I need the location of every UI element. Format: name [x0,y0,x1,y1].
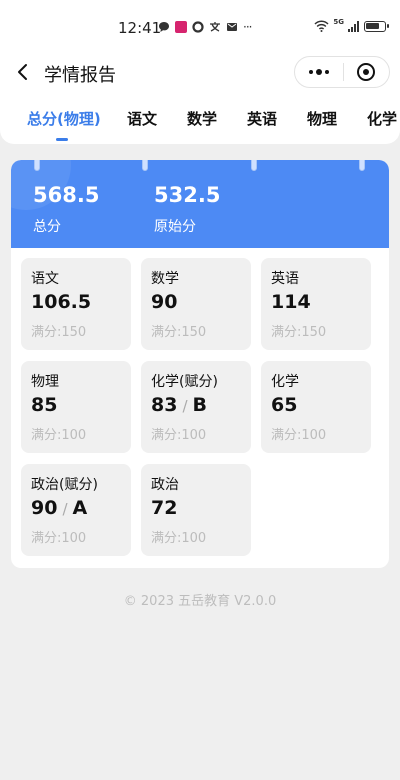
status-system-icons: 5G [314,18,389,32]
tab-chemistry[interactable]: 化学 [367,108,397,129]
battery-icon [364,20,389,32]
subject-score: 83 [151,394,178,416]
more-dots-icon: ··· [243,20,253,34]
copyright-footer: © 2023 五岳教育 V2.0.0 [123,594,277,609]
subject-score: 106.5 [31,291,92,313]
subject-name: 物理 [31,374,59,390]
tab-total-physics[interactable]: 总分(物理) [27,108,101,129]
mail-icon [227,23,237,31]
subject-score-with-grade: 90/A [31,497,87,519]
tab-math[interactable]: 数学 [187,108,217,129]
signal-icon [348,20,359,32]
miniprogram-capsule [294,56,390,88]
page-title: 学情报告 [44,65,116,86]
tab-physics[interactable]: 物理 [307,108,337,129]
subject-card-chemistry[interactable]: 化学 65 满分:100 [261,361,371,453]
chevron-left-icon [18,64,27,80]
subject-name: 化学 [271,374,299,390]
subject-score: 114 [271,291,311,313]
binder-ring-icon [251,160,257,171]
status-time: 12:41 [118,19,162,37]
subject-full-score: 满分:100 [271,428,327,443]
subject-name: 数学 [151,271,179,287]
subject-score: 72 [151,497,178,519]
subject-full-score: 满分:150 [151,325,207,340]
subject-card-politics-scaled[interactable]: 政治(赋分) 90/A 满分:100 [21,464,131,556]
subject-name: 化学(赋分) [151,374,218,390]
settings-ring-icon [192,21,204,33]
binder-ring-icon [34,160,40,171]
subject-card-english[interactable]: 英语 114 满分:150 [261,258,371,350]
subject-score: 90 [151,291,178,313]
active-tab-indicator [56,138,68,141]
binder-ring-icon [142,160,148,171]
translate-icon [210,22,220,32]
subject-full-score: 满分:100 [31,531,87,546]
subject-tabs: 总分(物理) 语文 数学 英语 物理 化学 [0,94,400,144]
more-dots-icon [308,70,313,74]
tab-chinese[interactable]: 语文 [127,108,157,129]
target-circle-icon [357,63,376,81]
network-type-label: 5G [333,18,344,26]
subject-name: 英语 [271,271,299,287]
subject-score-with-grade: 83/B [151,394,207,416]
close-miniprogram-button[interactable] [343,57,389,87]
total-score-label: 总分 [33,219,61,235]
tab-english[interactable]: 英语 [247,108,277,129]
subject-full-score: 满分:100 [31,428,87,443]
subject-full-score: 满分:100 [151,428,207,443]
subject-card-chemistry-scaled[interactable]: 化学(赋分) 83/B 满分:100 [141,361,251,453]
status-notification-icons: ··· [158,20,253,34]
total-score-value: 568.5 [33,183,100,207]
grade-separator: / [62,500,68,518]
subject-card-chinese[interactable]: 语文 106.5 满分:150 [21,258,131,350]
subject-full-score: 满分:100 [151,531,207,546]
chat-bubble-icon [159,22,169,32]
app-badge-icon [175,21,187,33]
subject-name: 语文 [31,271,59,287]
subject-score: 90 [31,497,58,519]
status-bar: 12:41 ··· 5G [0,0,400,52]
subject-full-score: 满分:150 [31,325,87,340]
more-button[interactable] [295,57,343,87]
score-summary-banner: 568.5 总分 532.5 原始分 [11,160,389,248]
subject-grade: B [192,394,207,416]
raw-score-label: 原始分 [154,219,196,235]
subject-score: 65 [271,394,298,416]
wifi-icon [314,20,329,32]
binder-ring-icon [359,160,365,171]
back-button[interactable] [12,60,34,84]
subject-grade: A [72,497,88,519]
raw-score-value: 532.5 [154,183,221,207]
subject-score: 85 [31,394,58,416]
grade-separator: / [182,397,188,415]
subject-full-score: 满分:150 [271,325,327,340]
score-report-card: 568.5 总分 532.5 原始分 语文 106.5 满分:150 数学 90… [11,160,389,568]
subject-name: 政治 [151,477,179,493]
subject-card-math[interactable]: 数学 90 满分:150 [141,258,251,350]
subject-name: 政治(赋分) [31,477,98,493]
subject-card-physics[interactable]: 物理 85 满分:100 [21,361,131,453]
nav-bar: 学情报告 [0,52,400,94]
subject-card-politics[interactable]: 政治 72 满分:100 [141,464,251,556]
